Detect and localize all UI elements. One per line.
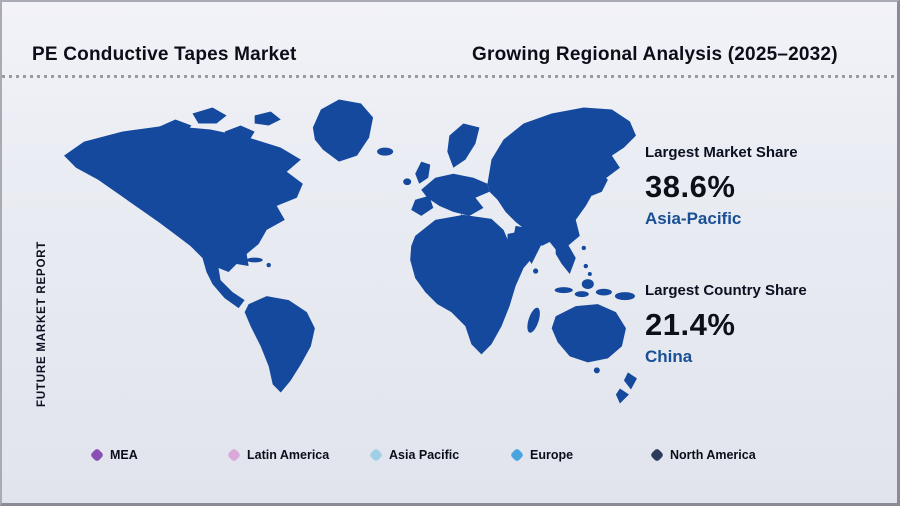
legend-label: Asia Pacific	[389, 448, 460, 462]
world-map	[64, 99, 637, 404]
legend-item-north-america: North America	[649, 447, 756, 463]
subtitle: Growing Regional Analysis (2025–2032)	[472, 44, 838, 65]
stat-country-share: Largest Country Share 21.4% China	[645, 282, 885, 367]
latin-america-dot-icon	[226, 447, 242, 463]
legend-item-asia-pacific: Asia Pacific	[368, 447, 460, 463]
legend-item-europe: Europe	[509, 447, 574, 463]
asia-pacific-dot-icon	[368, 447, 384, 463]
brand-vertical-label: FUTURE MARKET REPORT	[36, 240, 48, 408]
stats-panel: Largest Market Share 38.6% Asia-Pacific …	[645, 144, 885, 401]
infographic-frame: PE Conductive Tapes Market Growing Regio…	[0, 0, 900, 506]
legend-label: Europe	[530, 448, 574, 462]
legend-label: North America	[670, 448, 756, 462]
stat-value: 38.6%	[645, 169, 736, 204]
region-legend: MEA Latin America Asia Pacific Europe No…	[2, 447, 897, 466]
legend-label: Latin America	[247, 448, 330, 462]
north-america-dot-icon	[649, 447, 665, 463]
stat-value: 21.4%	[645, 307, 736, 342]
legend-label: MEA	[110, 448, 138, 462]
mea-dot-icon	[89, 447, 105, 463]
world-map-container	[62, 86, 644, 430]
dotted-divider	[2, 75, 897, 78]
legend-item-latin-america: Latin America	[226, 447, 330, 463]
stat-region: Asia-Pacific	[645, 209, 742, 228]
stat-label: Largest Market Share	[645, 144, 798, 161]
page-title: PE Conductive Tapes Market	[32, 44, 297, 65]
stat-market-share: Largest Market Share 38.6% Asia-Pacific	[645, 144, 885, 229]
stat-label: Largest Country Share	[645, 282, 807, 299]
legend-item-mea: MEA	[89, 447, 138, 463]
stat-region: China	[645, 347, 693, 366]
europe-dot-icon	[509, 447, 525, 463]
